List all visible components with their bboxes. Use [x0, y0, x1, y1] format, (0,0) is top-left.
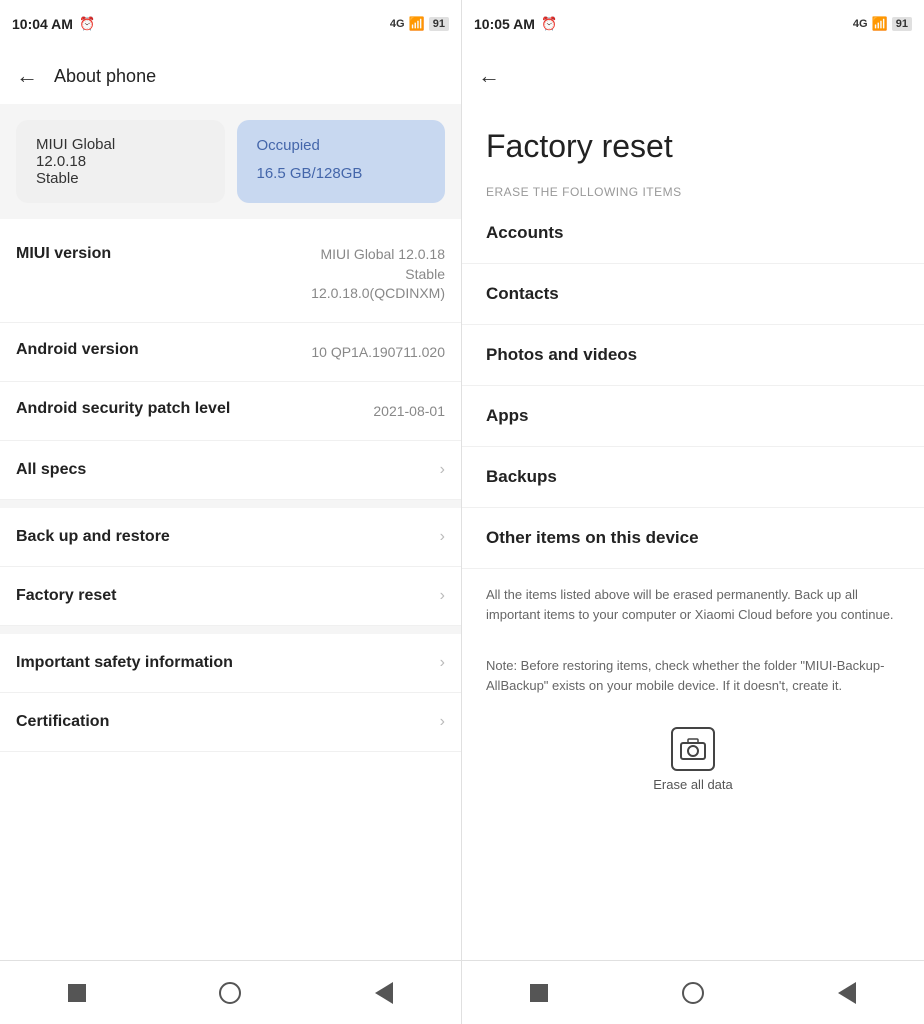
erase-accounts: Accounts — [462, 203, 924, 264]
left-back-icon — [375, 982, 393, 1004]
section-divider-1 — [0, 500, 461, 508]
erase-all-label: Erase all data — [653, 777, 733, 792]
certification-chevron: › — [440, 713, 445, 731]
left-top-bar: ← About phone — [0, 48, 461, 104]
all-specs-row[interactable]: All specs › — [0, 441, 461, 500]
factory-reset-title: Factory reset — [462, 104, 924, 177]
erase-all-icon — [671, 727, 715, 771]
miui-version-label: MIUI version — [16, 245, 111, 263]
android-patch-value: 2021-08-01 — [373, 403, 445, 419]
right-scroll-area: Accounts Contacts Photos and videos Apps… — [462, 203, 924, 960]
erase-all-button[interactable]: Erase all data — [462, 711, 924, 808]
miui-title: MIUI Global — [36, 136, 205, 153]
miui-stable: Stable — [36, 170, 205, 187]
certification-label: Certification — [16, 713, 109, 731]
right-alarm-icon: ⏰ — [541, 16, 557, 32]
erase-photos-videos: Photos and videos — [462, 325, 924, 386]
left-nav-back[interactable] — [368, 977, 400, 1009]
erase-apps: Apps — [462, 386, 924, 447]
right-time: 10:05 AM — [474, 16, 535, 32]
storage-value: 16.5 GB/128GB — [257, 154, 363, 185]
left-battery: 91 — [429, 17, 449, 31]
erase-other-items: Other items on this device — [462, 508, 924, 569]
left-bottom-nav — [0, 960, 461, 1024]
android-patch-label: Android security patch level — [16, 400, 230, 418]
right-back-icon — [838, 982, 856, 1004]
warning-text-2: Note: Before restoring items, check whet… — [462, 640, 924, 711]
left-status-icons: 4G 📶 91 — [390, 16, 449, 32]
left-alarm-icon: ⏰ — [79, 16, 95, 32]
left-panel: 10:04 AM ⏰ 4G 📶 91 ← About phone MIUI Gl… — [0, 0, 462, 1024]
section-divider-2 — [0, 626, 461, 634]
backup-restore-row[interactable]: Back up and restore › — [0, 508, 461, 567]
android-version-value: 10 QP1A.190711.020 — [311, 344, 445, 360]
left-nav-home[interactable] — [214, 977, 246, 1009]
backup-restore-chevron: › — [440, 528, 445, 546]
storage-card: Occupied 16.5 GB/128GB — [237, 120, 446, 203]
miui-version-value: MIUI Global 12.0.18Stable12.0.18.0(QCDIN… — [311, 245, 445, 304]
android-version-row: Android version 10 QP1A.190711.020 — [0, 323, 461, 382]
left-recent-icon — [68, 984, 86, 1002]
warning-text-1: All the items listed above will be erase… — [462, 569, 924, 640]
miui-version: 12.0.18 — [36, 153, 205, 170]
right-status-bar: 10:05 AM ⏰ 4G 📶 91 — [462, 0, 924, 48]
right-nav-back[interactable] — [831, 977, 863, 1009]
left-status-bar: 10:04 AM ⏰ 4G 📶 91 — [0, 0, 461, 48]
right-bottom-nav — [462, 960, 924, 1024]
safety-info-row[interactable]: Important safety information › — [0, 634, 461, 693]
safety-info-chevron: › — [440, 654, 445, 672]
miui-card-section: MIUI Global 12.0.18 Stable Occupied 16.5… — [0, 104, 461, 219]
factory-reset-label: Factory reset — [16, 587, 117, 605]
left-back-button[interactable]: ← — [16, 63, 38, 89]
left-home-icon — [219, 982, 241, 1004]
certification-row[interactable]: Certification › — [0, 693, 461, 752]
right-back-button[interactable]: ← — [478, 63, 500, 89]
miui-version-row: MIUI version MIUI Global 12.0.18Stable12… — [0, 227, 461, 323]
left-nav-recent[interactable] — [61, 977, 93, 1009]
left-signal-bars: 📶 — [409, 16, 425, 32]
right-nav-recent[interactable] — [523, 977, 555, 1009]
right-panel: 10:05 AM ⏰ 4G 📶 91 ← Factory reset ERASE… — [462, 0, 924, 1024]
right-home-icon — [682, 982, 704, 1004]
right-battery: 91 — [892, 17, 912, 31]
android-version-label: Android version — [16, 341, 139, 359]
right-top-bar: ← — [462, 48, 924, 104]
right-signal-bars: 📶 — [872, 16, 888, 32]
all-specs-chevron: › — [440, 461, 445, 479]
backup-restore-label: Back up and restore — [16, 528, 170, 546]
right-4g-icon: 4G — [853, 18, 868, 30]
right-recent-icon — [530, 984, 548, 1002]
left-page-title: About phone — [54, 66, 156, 87]
factory-reset-row[interactable]: Factory reset › — [0, 567, 461, 626]
storage-label: Occupied — [257, 137, 320, 154]
erase-backups: Backups — [462, 447, 924, 508]
erase-contacts: Contacts — [462, 264, 924, 325]
left-time: 10:04 AM — [12, 16, 73, 32]
right-status-icons: 4G 📶 91 — [853, 16, 912, 32]
android-patch-row: Android security patch level 2021-08-01 — [0, 382, 461, 441]
left-scroll-area: MIUI version MIUI Global 12.0.18Stable12… — [0, 227, 461, 960]
left-4g-icon: 4G — [390, 18, 405, 30]
all-specs-label: All specs — [16, 461, 86, 479]
factory-reset-chevron: › — [440, 587, 445, 605]
safety-info-label: Important safety information — [16, 654, 233, 672]
erase-svg-icon — [680, 738, 706, 760]
miui-info-card: MIUI Global 12.0.18 Stable — [16, 120, 225, 203]
right-nav-home[interactable] — [677, 977, 709, 1009]
erase-subtitle: ERASE THE FOLLOWING ITEMS — [462, 177, 924, 203]
